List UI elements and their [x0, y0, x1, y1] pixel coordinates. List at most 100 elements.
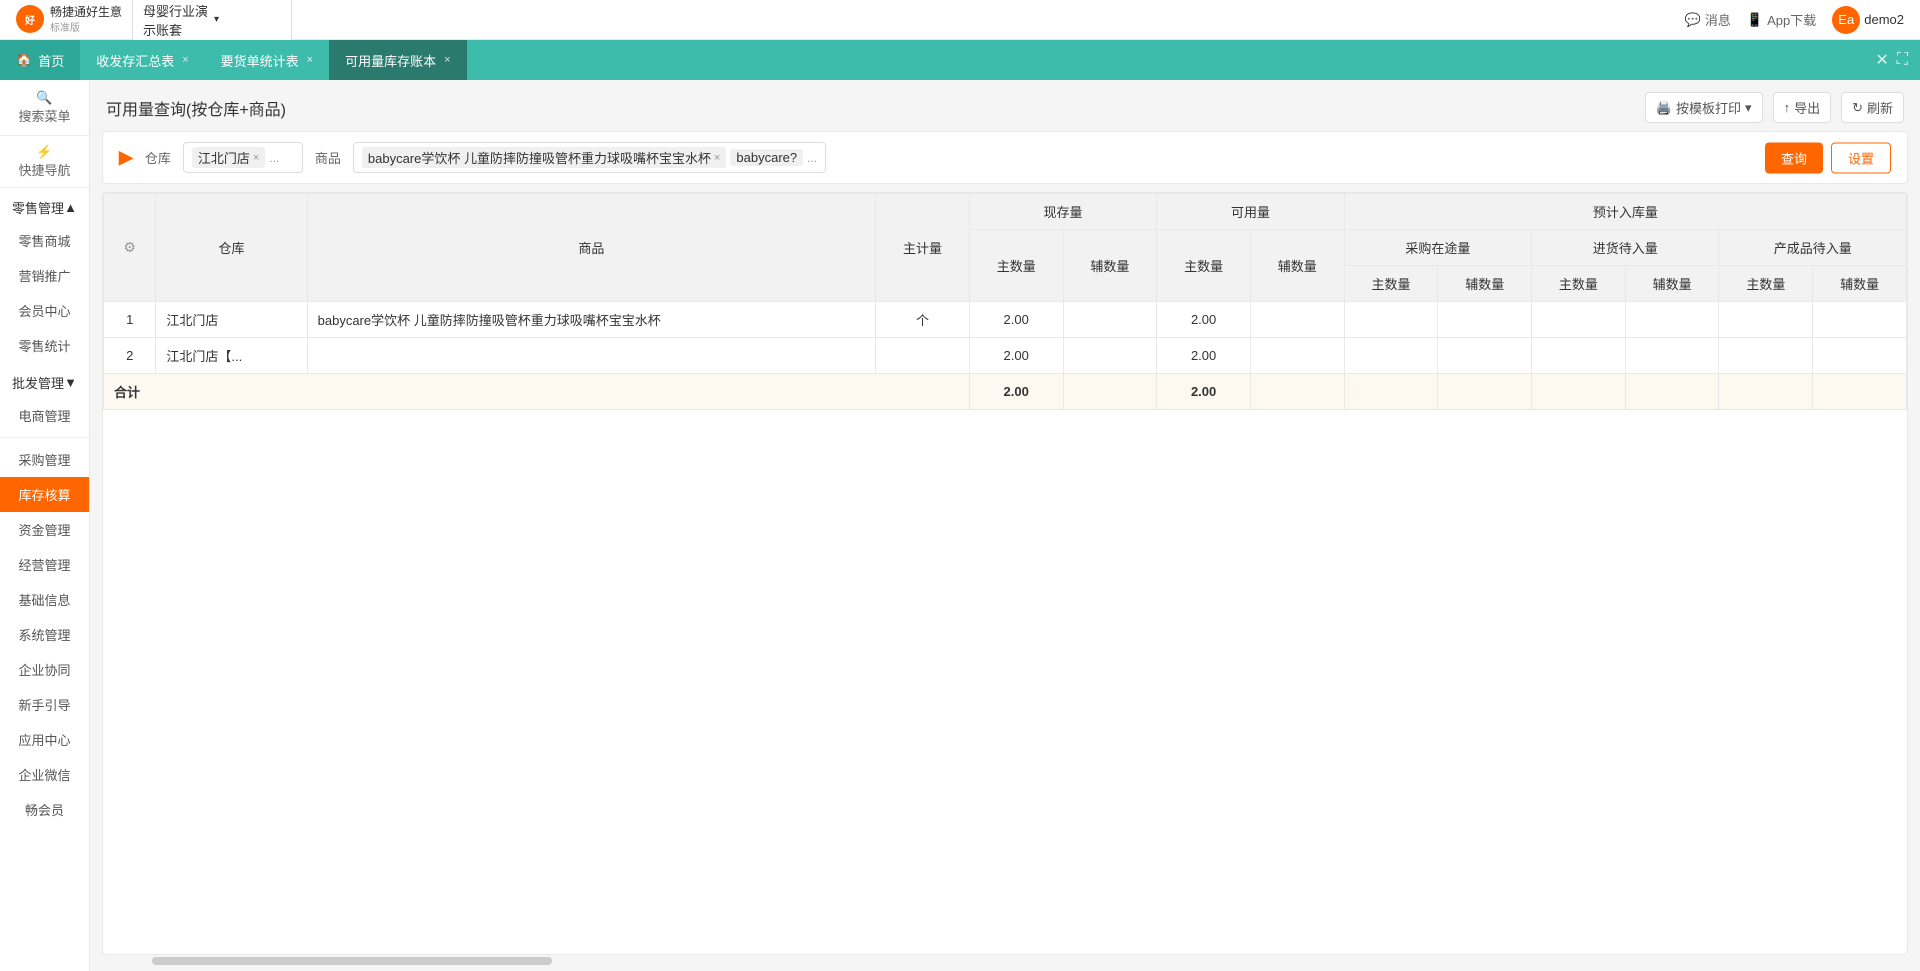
product-more-icon[interactable]: ...: [807, 151, 817, 165]
col-current-aux: 辅数量: [1063, 230, 1157, 302]
tab-close-available-stock[interactable]: ×: [444, 54, 450, 66]
warehouse-tag-jiangbei: 江北门店 ×: [192, 147, 265, 168]
remove-warehouse-tag[interactable]: ×: [253, 152, 259, 164]
sidebar-section-retail[interactable]: 零售管理 ▲: [0, 188, 89, 223]
footer-current-aux: [1063, 374, 1157, 410]
avatar: Ea: [1832, 6, 1860, 34]
remove-product-tag[interactable]: ×: [714, 152, 720, 164]
top-bar: 好 畅捷通好生意 标准版 母婴行业演示账套 ▾ 💬 消息 📱 App下载 Ea …: [0, 0, 1920, 40]
table-row: 1 江北门店 babycare学饮杯 儿童防摔防撞吸管杯重力球吸嘴杯宝宝水杯 个…: [104, 302, 1907, 338]
col-arrivals-header: 进货待入量: [1532, 230, 1719, 266]
footer-purchase-aux: [1438, 374, 1532, 410]
expand-icon[interactable]: ⛶: [1897, 51, 1908, 69]
top-bar-right: 💬 消息 📱 App下载 Ea demo2: [1685, 6, 1904, 34]
footer-production-aux: [1813, 374, 1907, 410]
export-button[interactable]: ↑ 导出: [1773, 92, 1832, 123]
cell-warehouse: 江北门店【...: [156, 338, 307, 374]
warehouse-input[interactable]: 江北门店 × ...: [183, 142, 303, 173]
footer-current-main: 2.00: [969, 374, 1063, 410]
print-button[interactable]: 🖨️ 按模板打印 ▾: [1645, 92, 1763, 123]
sidebar-item-newguide[interactable]: 新手引导: [0, 687, 89, 722]
tab-close-receive-send[interactable]: ×: [182, 54, 188, 66]
sidebar-item-ops[interactable]: 经营管理: [0, 547, 89, 582]
settings-button[interactable]: 设置: [1831, 142, 1891, 173]
sidebar-item-base[interactable]: 基础信息: [0, 582, 89, 617]
sidebar-item-ecommerce[interactable]: 电商管理: [0, 398, 89, 433]
sidebar-item-wechat[interactable]: 企业微信: [0, 757, 89, 792]
sidebar-item-marketing[interactable]: 营销推广: [0, 258, 89, 293]
sidebar-item-member[interactable]: 会员中心: [0, 293, 89, 328]
cell-index: 2: [104, 338, 156, 374]
table-row: 2 江北门店【... 2.00 2.00: [104, 338, 1907, 374]
cell-available-aux: [1250, 338, 1344, 374]
cell-product: babycare学饮杯 儿童防摔防撞吸管杯重力球吸嘴杯宝宝水杯: [307, 302, 876, 338]
sidebar-item-purchase[interactable]: 采购管理: [0, 442, 89, 477]
sidebar-item-retail-mall[interactable]: 零售商城: [0, 223, 89, 258]
cell-index: 1: [104, 302, 156, 338]
cell-purchase-aux: [1438, 302, 1532, 338]
filter-toggle-icon[interactable]: ▶: [119, 147, 133, 168]
page-actions: 🖨️ 按模板打印 ▾ ↑ 导出 ↻ 刷新: [1645, 92, 1904, 123]
logo-area: 好 畅捷通好生意 标准版: [16, 5, 122, 34]
close-all-tabs-icon[interactable]: ✕: [1875, 50, 1888, 70]
col-production-header: 产成品待入量: [1719, 230, 1907, 266]
tab-receive-send[interactable]: 收发存汇总表 ×: [80, 40, 204, 80]
cell-production-aux: [1813, 302, 1907, 338]
col-arrivals-aux: 辅数量: [1625, 266, 1719, 302]
cell-warehouse: 江北门店: [156, 302, 307, 338]
message-button[interactable]: 💬 消息: [1685, 10, 1731, 29]
sidebar-item-stock[interactable]: 库存核算: [0, 477, 89, 512]
sidebar-item-corp[interactable]: 企业协同: [0, 652, 89, 687]
sidebar-search[interactable]: 🔍 搜索菜单: [0, 80, 89, 136]
col-purchase-aux: 辅数量: [1438, 266, 1532, 302]
sidebar-item-changhui[interactable]: 畅会员: [0, 792, 89, 827]
cell-arrivals-aux: [1625, 302, 1719, 338]
cell-purchase-aux: [1438, 338, 1532, 374]
refresh-button[interactable]: ↻ 刷新: [1841, 92, 1904, 123]
sidebar-quick-nav[interactable]: ⚡ 快捷导航: [0, 136, 89, 188]
user-area[interactable]: Ea demo2: [1832, 6, 1904, 34]
product-input[interactable]: babycare学饮杯 儿童防摔防撞吸管杯重力球吸嘴杯宝宝水杯 × babyca…: [353, 142, 826, 173]
sidebar-item-system[interactable]: 系统管理: [0, 617, 89, 652]
cell-production-main: [1719, 302, 1813, 338]
content-area: 可用量查询(按仓库+商品) 🖨️ 按模板打印 ▾ ↑ 导出 ↻ 刷新 ▶: [90, 80, 1920, 971]
col-settings[interactable]: ⚙: [104, 194, 156, 302]
warehouse-more-icon[interactable]: ...: [269, 151, 279, 165]
tab-order-stats[interactable]: 要货单统计表 ×: [205, 40, 329, 80]
horizontal-scrollbar[interactable]: [102, 955, 1908, 967]
scroll-thumb[interactable]: [152, 957, 552, 965]
cell-purchase-main: [1344, 338, 1438, 374]
col-incoming-header: 预计入库量: [1344, 194, 1906, 230]
sidebar-section-wholesale[interactable]: 批发管理 ▼: [0, 363, 89, 398]
tab-home[interactable]: 🏠 首页: [0, 40, 80, 80]
cell-unit: 个: [876, 302, 970, 338]
filter-actions: 查询 设置: [1765, 142, 1891, 173]
col-current-main: 主数量: [969, 230, 1063, 302]
sidebar-item-finance[interactable]: 资金管理: [0, 512, 89, 547]
cell-production-aux: [1813, 338, 1907, 374]
col-production-main: 主数量: [1719, 266, 1813, 302]
user-name: demo2: [1864, 12, 1904, 27]
col-current-stock-header: 现存量: [969, 194, 1156, 230]
query-button[interactable]: 查询: [1765, 142, 1823, 173]
logo-text: 畅捷通好生意 标准版: [50, 5, 122, 34]
page-title: 可用量查询(按仓库+商品): [106, 96, 286, 120]
refresh-icon: ↻: [1852, 100, 1863, 116]
cell-arrivals-main: [1532, 302, 1626, 338]
filter-bar: ▶ 仓库 江北门店 × ... 商品 babycare学饮杯 儿童防摔防撞吸管杯…: [102, 131, 1908, 184]
main-layout: 🔍 搜索菜单 ⚡ 快捷导航 零售管理 ▲ 零售商城 营销推广 会员中心 零售统计…: [0, 80, 1920, 971]
tab-available-stock[interactable]: 可用量库存账本 ×: [329, 40, 466, 80]
footer-production-main: [1719, 374, 1813, 410]
column-settings-icon[interactable]: ⚙: [123, 239, 136, 255]
chevron-down-icon: ▾: [214, 14, 281, 25]
app-download-button[interactable]: 📱 App下载: [1747, 10, 1816, 29]
col-available-header: 可用量: [1157, 194, 1344, 230]
sidebar-item-appcenter[interactable]: 应用中心: [0, 722, 89, 757]
cell-unit: [876, 338, 970, 374]
warehouse-label: 仓库: [145, 148, 171, 167]
org-selector[interactable]: 母婴行业演示账套 ▾: [132, 0, 292, 44]
sidebar-item-retail-stats[interactable]: 零售统计: [0, 328, 89, 363]
tab-close-order-stats[interactable]: ×: [307, 54, 313, 66]
cell-current-aux: [1063, 338, 1157, 374]
top-bar-left: 好 畅捷通好生意 标准版 母婴行业演示账套 ▾: [16, 0, 292, 44]
